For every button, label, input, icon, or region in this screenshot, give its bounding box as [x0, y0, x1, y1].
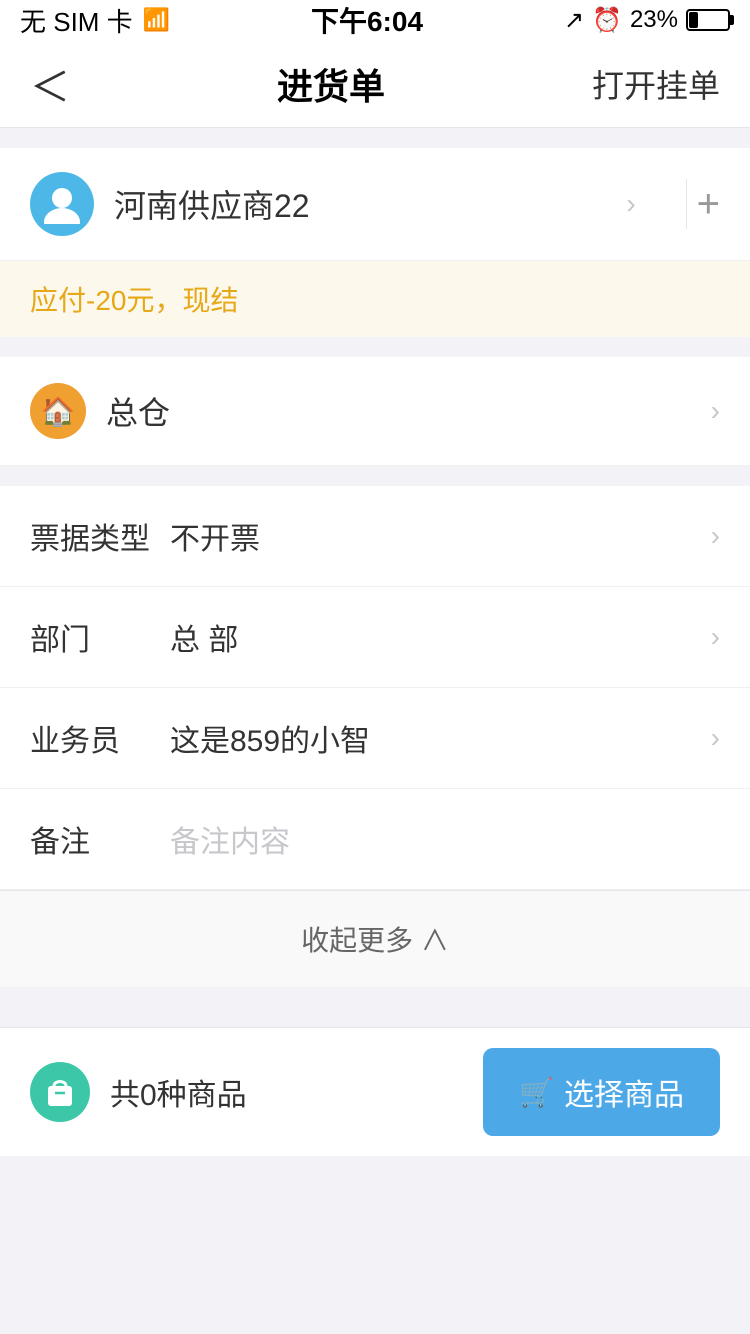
battery-percentage: 23% — [630, 6, 678, 34]
invoice-row[interactable]: 票据类型 不开票 › — [0, 486, 750, 587]
page-title: 进货单 — [277, 58, 385, 110]
note-row[interactable]: 备注 备注内容 — [0, 789, 750, 890]
dept-label: 部门 — [30, 615, 170, 659]
divider-1 — [0, 337, 750, 357]
divider-3 — [0, 987, 750, 1007]
bottom-bar: 共0种商品 🛒 选择商品 — [0, 1027, 750, 1156]
warehouse-chevron-icon: › — [711, 395, 720, 427]
wifi-icon: 📶 — [143, 7, 170, 33]
warehouse-row[interactable]: 🏠 总仓 › — [0, 357, 750, 466]
supplier-chevron-icon: › — [626, 188, 635, 220]
alarm-icon: ⏰ — [592, 6, 622, 35]
supplier-card: 河南供应商22 › + 应付-20元，现结 — [0, 148, 750, 337]
open-pending-button[interactable]: 打开挂单 — [592, 61, 720, 107]
supplier-avatar — [30, 172, 94, 236]
status-right: ↗ ⏰ 23% — [564, 6, 730, 35]
note-label: 备注 — [30, 817, 170, 861]
collapse-label: 收起更多 ∧ — [301, 919, 449, 959]
location-icon: ↗ — [564, 6, 584, 35]
back-button[interactable]: ＜ — [30, 55, 70, 113]
supplier-name: 河南供应商22 — [114, 181, 626, 227]
warehouse-card: 🏠 总仓 › — [0, 357, 750, 466]
salesman-row[interactable]: 业务员 这是859的小智 › — [0, 688, 750, 789]
nav-bar: ＜ 进货单 打开挂单 — [0, 40, 750, 128]
salesman-value: 这是859的小智 — [170, 716, 711, 760]
note-input[interactable]: 备注内容 — [170, 817, 720, 861]
vertical-divider — [686, 179, 687, 229]
product-count: 共0种商品 — [110, 1070, 483, 1114]
warehouse-label: 总仓 — [106, 388, 711, 434]
product-icon-bg — [30, 1062, 90, 1122]
dept-row[interactable]: 部门 总 部 › — [0, 587, 750, 688]
invoice-value: 不开票 — [170, 514, 711, 558]
salesman-label: 业务员 — [30, 716, 170, 760]
invoice-chevron-icon: › — [711, 520, 720, 552]
divider-2 — [0, 466, 750, 486]
battery-icon — [686, 9, 730, 31]
add-supplier-button[interactable]: + — [697, 182, 720, 227]
house-icon: 🏠 — [41, 395, 76, 428]
cart-icon: 🛒 — [519, 1076, 554, 1109]
warehouse-icon-bg: 🏠 — [30, 383, 86, 439]
warning-banner: 应付-20元，现结 — [0, 261, 750, 337]
supplier-row[interactable]: 河南供应商22 › + — [0, 148, 750, 261]
shopping-bag-icon — [42, 1074, 78, 1110]
status-time: 下午6:04 — [311, 0, 423, 40]
collapse-button[interactable]: 收起更多 ∧ — [0, 890, 750, 987]
carrier-label: 无 SIM 卡 — [20, 2, 133, 39]
top-divider — [0, 128, 750, 148]
select-product-label: 选择商品 — [564, 1070, 684, 1114]
select-product-button[interactable]: 🛒 选择商品 — [483, 1048, 720, 1136]
fields-card: 票据类型 不开票 › 部门 总 部 › 业务员 这是859的小智 › 备注 备注… — [0, 486, 750, 987]
warning-text: 应付-20元，现结 — [30, 285, 238, 316]
status-left: 无 SIM 卡 📶 — [20, 2, 170, 39]
salesman-chevron-icon: › — [711, 722, 720, 754]
dept-value: 总 部 — [170, 615, 711, 659]
dept-chevron-icon: › — [711, 621, 720, 653]
status-bar: 无 SIM 卡 📶 下午6:04 ↗ ⏰ 23% — [0, 0, 750, 40]
avatar-person-icon — [42, 184, 82, 224]
invoice-label: 票据类型 — [30, 514, 170, 558]
